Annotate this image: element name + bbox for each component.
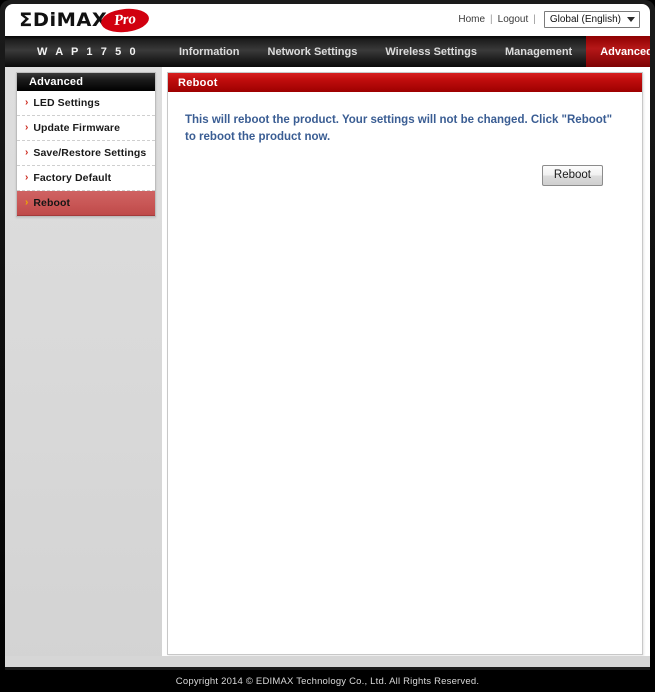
- tab-network-settings[interactable]: Network Settings: [254, 36, 372, 67]
- chevron-right-icon: ›: [25, 197, 29, 208]
- brand-bar: ΣDiMAX Pro Home | Logout | Global (Engli…: [5, 4, 650, 36]
- reboot-button[interactable]: Reboot: [541, 165, 603, 187]
- header-separator-2: |: [533, 14, 536, 25]
- copyright-text: Copyright 2014 © EDIMAX Technology Co., …: [175, 675, 480, 687]
- window-frame: ΣDiMAX Pro Home | Logout | Global (Engli…: [0, 0, 655, 692]
- language-select-value: Global (English): [549, 14, 621, 25]
- home-link[interactable]: Home: [458, 14, 485, 25]
- sidebar-item-reboot[interactable]: › Reboot: [17, 191, 155, 216]
- sidebar-menu: Advanced › LED Settings › Update Firmwar…: [16, 72, 156, 217]
- panel-content: This will reboot the product. Your setti…: [168, 92, 642, 187]
- tab-management[interactable]: Management: [491, 36, 586, 67]
- panel-actions: Reboot: [185, 165, 620, 187]
- app-root: ΣDiMAX Pro Home | Logout | Global (Engli…: [0, 0, 655, 692]
- page-body: Advanced › LED Settings › Update Firmwar…: [5, 67, 650, 667]
- sidebar-item-led-settings[interactable]: › LED Settings: [17, 91, 155, 116]
- sidebar-item-label: Reboot: [33, 197, 71, 209]
- sidebar-item-save-restore-settings[interactable]: › Save/Restore Settings: [17, 141, 155, 166]
- page-footer: Copyright 2014 © EDIMAX Technology Co., …: [0, 670, 655, 692]
- reboot-description: This will reboot the product. Your setti…: [185, 114, 613, 143]
- sidebar-item-label: Update Firmware: [33, 122, 121, 134]
- sidebar-item-update-firmware[interactable]: › Update Firmware: [17, 116, 155, 141]
- chevron-right-icon: ›: [25, 172, 29, 183]
- header-links: Home | Logout | Global (English): [458, 11, 640, 28]
- device-model-label: W A P 1 7 5 0: [37, 45, 139, 58]
- logo-wordmark: ΣDiMAX: [19, 8, 108, 31]
- header-separator-1: |: [490, 14, 493, 25]
- nav-tab-list: Information Network Settings Wireless Se…: [165, 36, 650, 67]
- sidebar-item-factory-default[interactable]: › Factory Default: [17, 166, 155, 191]
- logout-link[interactable]: Logout: [498, 14, 529, 25]
- edimax-logo: ΣDiMAX Pro: [19, 6, 150, 34]
- content-panel: Reboot This will reboot the product. You…: [167, 72, 643, 655]
- tab-wireless-settings[interactable]: Wireless Settings: [371, 36, 491, 67]
- sidebar-item-list: › LED Settings › Update Firmware › Save/…: [17, 91, 155, 216]
- sidebar-item-label: Factory Default: [33, 172, 112, 184]
- tab-advanced[interactable]: Advanced: [586, 36, 650, 67]
- chevron-down-icon: [627, 17, 635, 22]
- sidebar-title: Advanced: [17, 73, 155, 91]
- chevron-right-icon: ›: [25, 147, 29, 158]
- language-select[interactable]: Global (English): [543, 11, 640, 28]
- sidebar-item-label: LED Settings: [33, 97, 100, 109]
- logo-pro-label: Pro: [113, 10, 136, 29]
- sidebar-item-label: Save/Restore Settings: [33, 147, 147, 159]
- tab-information[interactable]: Information: [165, 36, 254, 67]
- chevron-right-icon: ›: [25, 97, 29, 108]
- chevron-right-icon: ›: [25, 122, 29, 133]
- main-navigation: W A P 1 7 5 0 Information Network Settin…: [5, 36, 650, 67]
- panel-title: Reboot: [168, 73, 642, 92]
